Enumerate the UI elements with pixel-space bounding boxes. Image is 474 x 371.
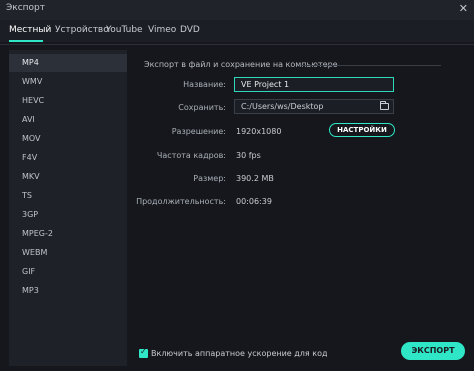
save-path-value: C:/Users/ws/Desktop xyxy=(241,102,324,111)
tab-dvd[interactable]: DVD xyxy=(180,25,200,35)
format-item-wmv[interactable]: WMV xyxy=(9,73,127,91)
active-tab-indicator xyxy=(9,40,43,42)
tab-device[interactable]: Устройство xyxy=(55,25,109,35)
format-item-mkv[interactable]: MKV xyxy=(9,168,127,186)
framerate-label: Частота кадров: xyxy=(156,151,226,160)
format-item-3gp[interactable]: 3GP xyxy=(9,206,127,224)
resolution-value: 1920x1080 xyxy=(236,127,282,136)
size-label: Размер: xyxy=(193,174,226,183)
window-title: Экспорт xyxy=(6,3,46,13)
format-item-webm[interactable]: WEBM xyxy=(9,244,127,262)
format-item-hevc[interactable]: HEVC xyxy=(9,92,127,110)
tab-vimeo[interactable]: Vimeo xyxy=(148,25,176,35)
export-button[interactable]: ЭКСПОРТ xyxy=(401,342,465,360)
framerate-value: 30 fps xyxy=(236,151,261,160)
name-input[interactable]: VE Project 1 xyxy=(234,77,394,92)
settings-button[interactable]: НАСТРОЙКИ xyxy=(329,123,395,137)
hw-accel-label: Включить аппаратное ускорение для кодиро… xyxy=(151,349,327,358)
format-item-mp4[interactable]: MP4 xyxy=(9,54,127,72)
save-path-field[interactable]: C:/Users/ws/Desktop xyxy=(234,99,394,114)
format-item-mp3[interactable]: MP3 xyxy=(9,282,127,300)
resolution-label: Разрешение: xyxy=(171,127,226,136)
duration-value: 00:06:39 xyxy=(236,197,272,206)
folder-icon[interactable] xyxy=(380,101,389,110)
tab-local[interactable]: Местный xyxy=(9,25,51,35)
size-value: 390.2 MB xyxy=(236,174,274,183)
header-divider xyxy=(0,44,474,45)
format-item-f4v[interactable]: F4V xyxy=(9,149,127,167)
format-item-ts[interactable]: TS xyxy=(9,187,127,205)
format-item-gif[interactable]: GIF xyxy=(9,263,127,281)
format-list: MP4 WMV HEVC AVI MOV F4V MKV TS 3GP MPEG… xyxy=(9,50,127,366)
format-item-avi[interactable]: AVI xyxy=(9,111,127,129)
export-tabs: Местный Устройство YouTube Vimeo DVD xyxy=(0,20,474,42)
close-icon[interactable]: ✕ xyxy=(459,2,468,15)
tab-youtube[interactable]: YouTube xyxy=(106,25,143,35)
duration-label: Продолжительность: xyxy=(136,197,226,206)
hw-accel-checkbox[interactable]: ✓ xyxy=(139,347,148,358)
section-divider xyxy=(301,65,441,66)
format-item-mov[interactable]: MOV xyxy=(9,130,127,148)
save-label: Сохранить: xyxy=(178,103,226,112)
title-bar: Экспорт ✕ xyxy=(0,0,474,20)
checkmark-icon: ✓ xyxy=(140,347,147,356)
name-label: Название: xyxy=(183,80,226,89)
format-item-mpeg2[interactable]: MPEG-2 xyxy=(9,225,127,243)
